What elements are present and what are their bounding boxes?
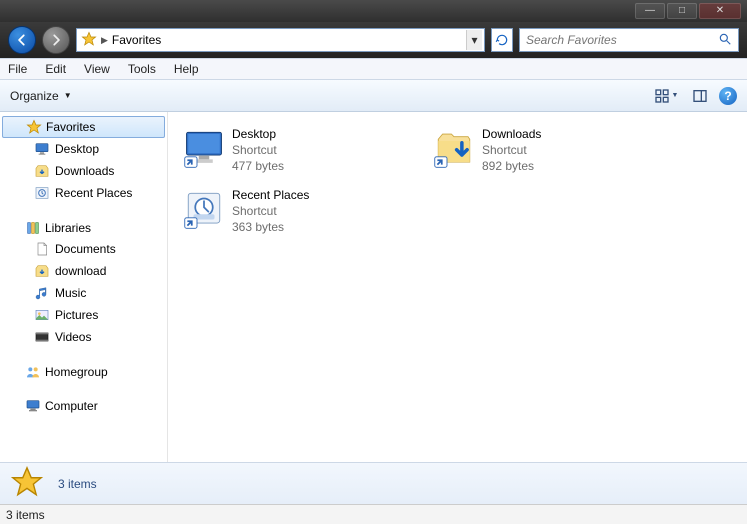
view-tiles-icon	[654, 88, 670, 104]
file-item-recent-places[interactable]: Recent Places Shortcut 363 bytes	[178, 183, 428, 240]
chevron-down-icon: ▼	[64, 91, 72, 100]
menu-view[interactable]: View	[84, 62, 110, 76]
forward-arrow-icon	[49, 33, 63, 47]
minimize-icon: —	[645, 6, 655, 16]
maximize-icon: □	[679, 6, 685, 16]
nav-item-label: download	[55, 264, 106, 278]
organize-button[interactable]: Organize ▼	[10, 89, 72, 103]
menu-bar: File Edit View Tools Help	[0, 58, 747, 80]
nav-header-computer[interactable]: Computer	[0, 396, 167, 416]
nav-header-label: Computer	[45, 399, 98, 413]
menu-file[interactable]: File	[8, 62, 27, 76]
search-box[interactable]	[519, 28, 739, 52]
nav-item-documents[interactable]: Documents	[0, 238, 167, 260]
search-icon[interactable]	[718, 32, 732, 49]
videos-icon	[34, 329, 50, 345]
nav-header-label: Homegroup	[45, 365, 108, 379]
command-bar: Organize ▼ ▼ ?	[0, 80, 747, 112]
help-icon: ?	[724, 89, 731, 103]
downloads-icon	[34, 163, 50, 179]
nav-item-recent-places[interactable]: Recent Places	[0, 182, 167, 204]
nav-header-favorites[interactable]: Favorites	[2, 116, 165, 138]
breadcrumb-location[interactable]: Favorites	[112, 33, 462, 47]
search-input[interactable]	[526, 33, 718, 47]
libraries-icon	[25, 220, 41, 236]
menu-help[interactable]: Help	[174, 62, 199, 76]
item-name: Desktop	[232, 126, 284, 142]
item-type: Shortcut	[232, 142, 284, 158]
nav-item-label: Desktop	[55, 142, 99, 156]
help-button[interactable]: ?	[719, 87, 737, 105]
breadcrumb-separator-icon: ▶	[101, 35, 108, 46]
preview-pane-button[interactable]	[689, 85, 711, 107]
downloads-shortcut-icon	[432, 126, 476, 170]
desktop-icon	[34, 141, 50, 157]
favorites-star-icon	[10, 465, 44, 502]
nav-header-label: Favorites	[46, 120, 95, 134]
address-bar[interactable]: ▶ Favorites ▾	[76, 28, 485, 52]
close-button[interactable]: ✕	[699, 3, 741, 19]
title-bar: — □ ✕	[0, 0, 747, 22]
item-type: Shortcut	[482, 142, 541, 158]
pictures-icon	[34, 307, 50, 323]
navigation-pane[interactable]: Favorites Desktop Downloads Recent Place…	[0, 112, 168, 462]
nav-item-desktop[interactable]: Desktop	[0, 138, 167, 160]
file-item-desktop[interactable]: Desktop Shortcut 477 bytes	[178, 122, 428, 179]
downloads-icon	[34, 263, 50, 279]
file-item-downloads[interactable]: Downloads Shortcut 892 bytes	[428, 122, 678, 179]
nav-item-label: Downloads	[55, 164, 114, 178]
chevron-down-icon: ▼	[672, 92, 679, 99]
minimize-button[interactable]: —	[635, 3, 665, 19]
item-type: Shortcut	[232, 203, 309, 219]
favorites-star-icon	[81, 31, 97, 50]
preview-pane-icon	[692, 88, 708, 104]
homegroup-icon	[25, 364, 41, 380]
refresh-icon	[495, 33, 509, 47]
item-name: Downloads	[482, 126, 541, 142]
desktop-shortcut-icon	[182, 126, 226, 170]
forward-button[interactable]	[42, 26, 70, 54]
items-view[interactable]: Desktop Shortcut 477 bytes Downloads Sho…	[168, 112, 747, 462]
navigation-bar: ▶ Favorites ▾	[0, 22, 747, 58]
item-name: Recent Places	[232, 187, 309, 203]
menu-tools[interactable]: Tools	[128, 62, 156, 76]
favorites-star-icon	[26, 119, 42, 135]
nav-item-music[interactable]: Music	[0, 282, 167, 304]
organize-label: Organize	[10, 89, 59, 103]
back-button[interactable]	[8, 26, 36, 54]
music-icon	[34, 285, 50, 301]
nav-header-libraries[interactable]: Libraries	[0, 218, 167, 238]
status-bar: 3 items	[0, 504, 747, 524]
menu-edit[interactable]: Edit	[45, 62, 66, 76]
nav-item-label: Pictures	[55, 308, 98, 322]
documents-icon	[34, 241, 50, 257]
item-size: 477 bytes	[232, 158, 284, 174]
explorer-body: Favorites Desktop Downloads Recent Place…	[0, 112, 747, 462]
nav-item-download-library[interactable]: download	[0, 260, 167, 282]
status-text: 3 items	[6, 508, 45, 522]
nav-item-downloads[interactable]: Downloads	[0, 160, 167, 182]
details-pane: 3 items	[0, 462, 747, 504]
details-summary: 3 items	[58, 477, 97, 491]
nav-item-pictures[interactable]: Pictures	[0, 304, 167, 326]
maximize-button[interactable]: □	[667, 3, 697, 19]
nav-item-videos[interactable]: Videos	[0, 326, 167, 348]
close-icon: ✕	[716, 6, 724, 16]
item-size: 363 bytes	[232, 219, 309, 235]
address-history-dropdown[interactable]: ▾	[466, 30, 482, 50]
recent-places-shortcut-icon	[182, 187, 226, 231]
item-size: 892 bytes	[482, 158, 541, 174]
nav-item-label: Documents	[55, 242, 116, 256]
recent-places-icon	[34, 185, 50, 201]
view-options-button[interactable]: ▼	[649, 85, 683, 107]
refresh-button[interactable]	[491, 28, 513, 52]
nav-item-label: Videos	[55, 330, 91, 344]
back-arrow-icon	[15, 33, 29, 47]
computer-icon	[25, 398, 41, 414]
nav-item-label: Recent Places	[55, 186, 132, 200]
nav-header-label: Libraries	[45, 221, 91, 235]
nav-header-homegroup[interactable]: Homegroup	[0, 362, 167, 382]
nav-item-label: Music	[55, 286, 86, 300]
